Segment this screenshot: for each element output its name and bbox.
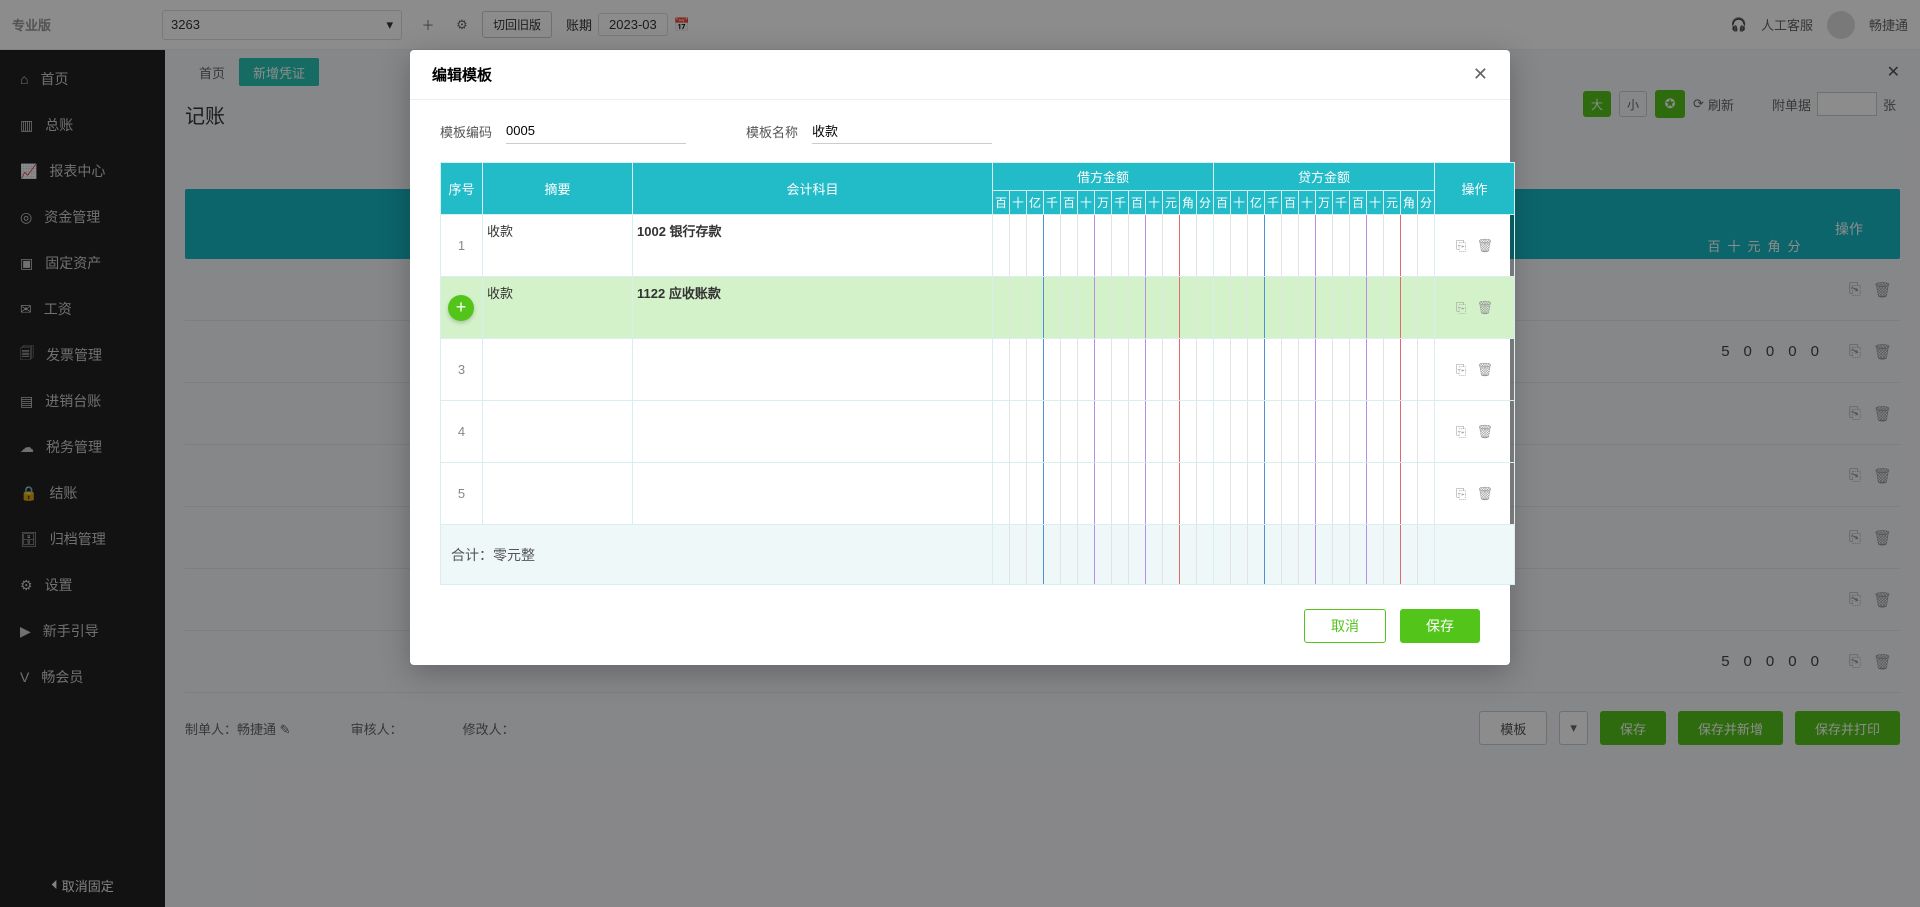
digit-header: 元	[1384, 191, 1401, 215]
th-debit: 借方金额	[993, 163, 1214, 191]
digit-header: 百	[993, 191, 1010, 215]
copy-icon[interactable]: ⎘	[1456, 300, 1466, 316]
digit-header: 十	[1078, 191, 1095, 215]
close-icon[interactable]: ✕	[1473, 64, 1488, 85]
template-table: 序号 摘要 会计科目 借方金额 贷方金额 操作 百十亿千百十万千百十元角分百十亿…	[440, 162, 1515, 585]
th-ops: 操作	[1435, 163, 1515, 215]
digit-header: 千	[1044, 191, 1061, 215]
th-credit: 贷方金额	[1214, 163, 1435, 191]
cell-debit[interactable]	[993, 339, 1214, 401]
copy-icon[interactable]: ⎘	[1456, 362, 1466, 378]
digit-header: 亿	[1027, 191, 1044, 215]
cell-credit[interactable]	[1214, 339, 1435, 401]
template-code-label: 模板编码	[440, 122, 492, 141]
digit-header: 十	[1146, 191, 1163, 215]
trash-icon[interactable]: 🗑	[1476, 238, 1493, 254]
table-row[interactable]: 4⎘🗑	[441, 401, 1515, 463]
digit-header: 十	[1231, 191, 1248, 215]
copy-icon[interactable]: ⎘	[1456, 238, 1466, 254]
cell-summary[interactable]	[483, 463, 633, 525]
template-name-label: 模板名称	[746, 122, 798, 141]
cell-ops: ⎘🗑	[1435, 215, 1515, 277]
th-account: 会计科目	[633, 163, 993, 215]
cell-account[interactable]	[633, 339, 993, 401]
cancel-button[interactable]: 取消	[1304, 609, 1386, 643]
digit-header: 千	[1265, 191, 1282, 215]
copy-icon[interactable]: ⎘	[1456, 486, 1466, 502]
digit-header: 元	[1163, 191, 1180, 215]
trash-icon[interactable]: 🗑	[1476, 362, 1493, 378]
digit-header: 千	[1333, 191, 1350, 215]
cell-ops: ⎘🗑	[1435, 463, 1515, 525]
digit-header: 百	[1214, 191, 1231, 215]
digit-header: 分	[1197, 191, 1214, 215]
digit-header: 十	[1299, 191, 1316, 215]
cell-credit[interactable]	[1214, 401, 1435, 463]
template-name-input[interactable]	[812, 118, 992, 144]
cell-seq: 1	[441, 215, 483, 277]
digit-header: 万	[1316, 191, 1333, 215]
trash-icon[interactable]: 🗑	[1476, 486, 1493, 502]
digit-header: 十	[1010, 191, 1027, 215]
digit-header: 百	[1061, 191, 1078, 215]
copy-icon[interactable]: ⎘	[1456, 424, 1466, 440]
digit-header: 十	[1367, 191, 1384, 215]
cell-summary[interactable]: 收款	[483, 277, 633, 339]
trash-icon[interactable]: 🗑	[1476, 300, 1493, 316]
cell-summary[interactable]: 收款	[483, 215, 633, 277]
total-label: 合计：零元整	[441, 525, 993, 585]
cell-ops: ⎘🗑	[1435, 277, 1515, 339]
table-row[interactable]: 1收款1002 银行存款⎘🗑	[441, 215, 1515, 277]
digit-header: 角	[1401, 191, 1418, 215]
digit-header: 角	[1180, 191, 1197, 215]
edit-template-modal: 编辑模板 ✕ 模板编码 模板名称	[410, 50, 1510, 665]
digit-header: 万	[1095, 191, 1112, 215]
cell-account[interactable]	[633, 463, 993, 525]
cell-ops: ⎘🗑	[1435, 339, 1515, 401]
th-summary: 摘要	[483, 163, 633, 215]
cell-ops: ⎘🗑	[1435, 401, 1515, 463]
cell-debit[interactable]	[993, 401, 1214, 463]
cell-credit[interactable]	[1214, 277, 1435, 339]
digit-header: 亿	[1248, 191, 1265, 215]
save-button[interactable]: 保存	[1400, 609, 1480, 643]
modal-title: 编辑模板	[432, 64, 492, 85]
table-row[interactable]: 5⎘🗑	[441, 463, 1515, 525]
digit-header: 分	[1418, 191, 1435, 215]
cell-seq: 5	[441, 463, 483, 525]
cell-debit[interactable]	[993, 277, 1214, 339]
digit-header: 百	[1282, 191, 1299, 215]
cell-account[interactable]	[633, 401, 993, 463]
cell-credit[interactable]	[1214, 463, 1435, 525]
digit-header: 百	[1350, 191, 1367, 215]
cell-summary[interactable]	[483, 339, 633, 401]
cell-account[interactable]: 1122 应收账款	[633, 277, 993, 339]
table-row[interactable]: 3⎘🗑	[441, 339, 1515, 401]
cell-account[interactable]: 1002 银行存款	[633, 215, 993, 277]
digit-header: 百	[1129, 191, 1146, 215]
cell-credit[interactable]	[1214, 215, 1435, 277]
modal-overlay: 编辑模板 ✕ 模板编码 模板名称	[0, 0, 1920, 907]
add-row-button[interactable]: +	[448, 295, 474, 321]
cell-debit[interactable]	[993, 215, 1214, 277]
th-seq: 序号	[441, 163, 483, 215]
trash-icon[interactable]: 🗑	[1476, 424, 1493, 440]
cell-summary[interactable]	[483, 401, 633, 463]
cell-seq: 3	[441, 339, 483, 401]
table-row[interactable]: 收款1122 应收账款⎘🗑	[441, 277, 1515, 339]
cell-debit[interactable]	[993, 463, 1214, 525]
cell-seq: 4	[441, 401, 483, 463]
digit-header: 千	[1112, 191, 1129, 215]
template-code-input[interactable]	[506, 118, 686, 144]
